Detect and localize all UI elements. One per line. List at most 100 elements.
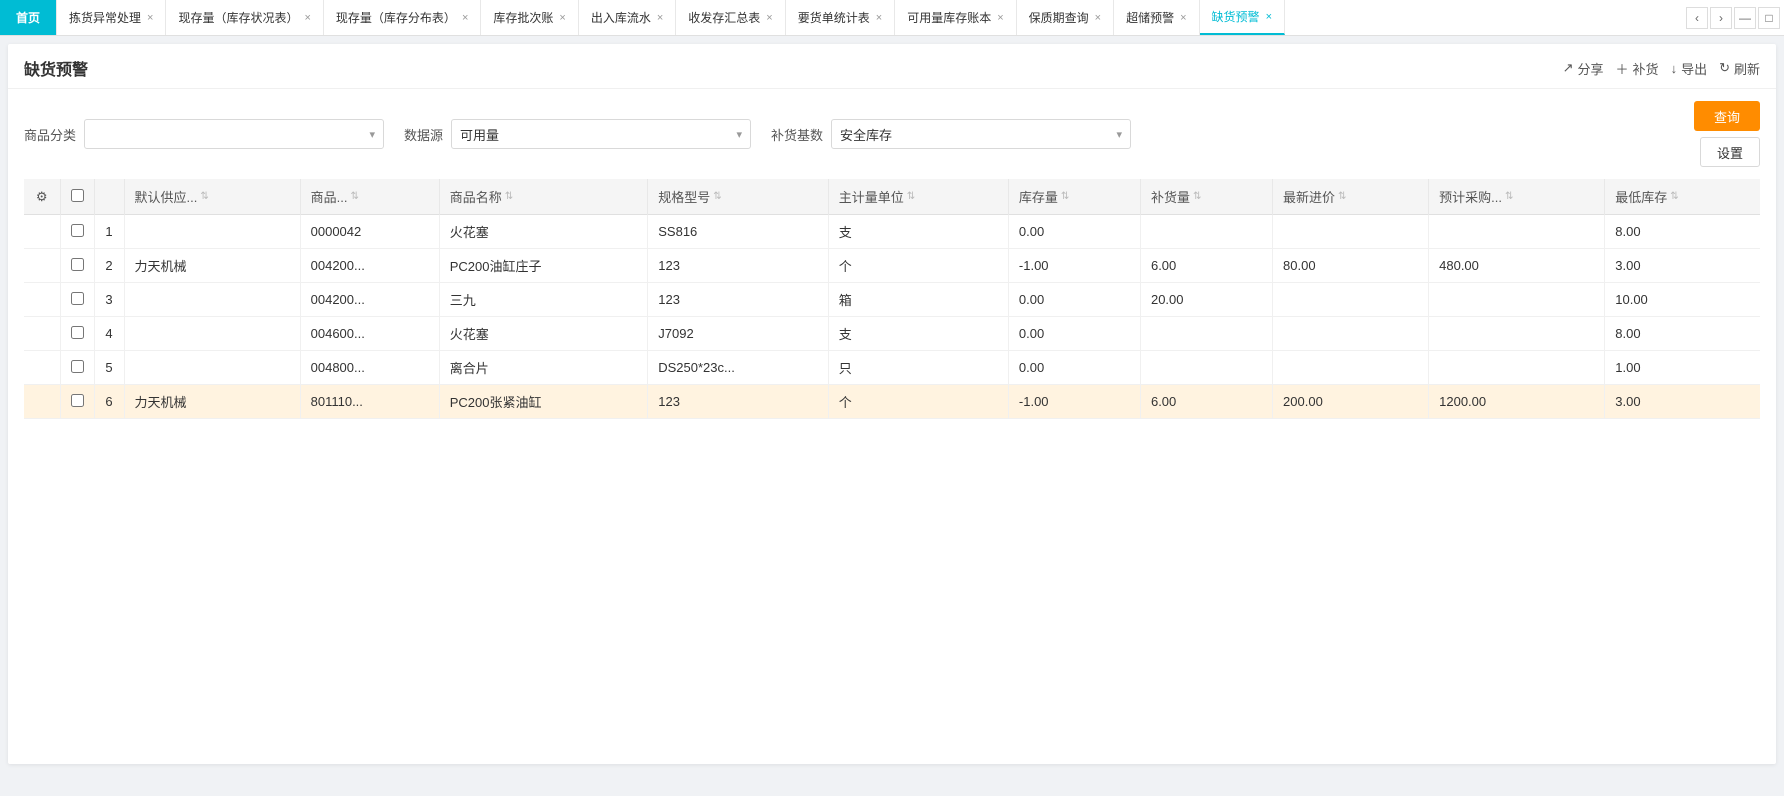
tab-item-batch[interactable]: 库存批次账× <box>481 0 578 35</box>
select-all-checkbox[interactable] <box>71 189 84 202</box>
td-checkbox[interactable] <box>60 317 94 351</box>
replenish-icon: ＋ <box>1616 59 1629 78</box>
tab-close-collect[interactable]: × <box>766 12 772 24</box>
td-stock: 0.00 <box>1008 215 1140 249</box>
tab-bar: 首页拣货异常处理×现存量（库存状况表）×现存量（库存分布表）×库存批次账×出入库… <box>0 0 1784 36</box>
tab-close-purchase-stat[interactable]: × <box>876 12 882 24</box>
td-checkbox[interactable] <box>60 351 94 385</box>
tab-close-expiry[interactable]: × <box>1095 12 1101 24</box>
td-est-purchase <box>1429 351 1605 385</box>
td-min-stock: 10.00 <box>1605 283 1760 317</box>
replenish-basis-select[interactable]: 安全库存 ▾ <box>831 119 1131 149</box>
row-checkbox[interactable] <box>71 258 84 271</box>
maximize-button[interactable]: □ <box>1758 7 1780 29</box>
row-checkbox[interactable] <box>71 360 84 373</box>
refresh-icon: ↻ <box>1719 60 1730 76</box>
share-label: 分享 <box>1578 59 1604 78</box>
tab-item-abnormal[interactable]: 拣货异常处理× <box>57 0 166 35</box>
tab-close-batch[interactable]: × <box>559 12 565 24</box>
column-spec[interactable]: 规格型号 ⇅ <box>648 179 829 215</box>
query-button[interactable]: 查询 <box>1694 101 1760 131</box>
column-checkbox[interactable] <box>60 179 94 215</box>
td-unit: 个 <box>828 385 1008 419</box>
tab-item-collect[interactable]: 收发存汇总表× <box>676 0 785 35</box>
td-replenish <box>1140 317 1272 351</box>
replenish-basis-arrow-icon: ▾ <box>1117 128 1123 141</box>
column-goods-name[interactable]: 商品名称 ⇅ <box>439 179 648 215</box>
td-goods-name: PC200油缸庄子 <box>439 249 648 283</box>
column-latest-price[interactable]: 最新进价 ⇅ <box>1273 179 1429 215</box>
column-stock[interactable]: 库存量 ⇅ <box>1008 179 1140 215</box>
row-checkbox[interactable] <box>71 224 84 237</box>
td-spec: J7092 <box>648 317 829 351</box>
td-stock: 0.00 <box>1008 351 1140 385</box>
td-num: 5 <box>94 351 124 385</box>
tab-item-expiry[interactable]: 保质期查询× <box>1017 0 1114 35</box>
category-select[interactable]: ▾ <box>84 119 384 149</box>
category-arrow-icon: ▾ <box>369 128 375 141</box>
column-goods-code[interactable]: 商品... ⇅ <box>300 179 439 215</box>
tab-item-available[interactable]: 可用量库存账本 × <box>895 0 1016 35</box>
tab-close-shortage[interactable]: × <box>1266 11 1272 23</box>
td-stock: -1.00 <box>1008 249 1140 283</box>
column-replenish[interactable]: 补货量 ⇅ <box>1140 179 1272 215</box>
replenish-sort-icon: ⇅ <box>1193 191 1201 202</box>
tab-label-shortage: 缺货预警 <box>1212 8 1260 25</box>
tab-item-overstock[interactable]: 超储预警× <box>1114 0 1199 35</box>
settings-button[interactable]: 设置 <box>1700 137 1760 167</box>
page-title: 缺货预警 <box>24 56 88 80</box>
tab-item-home[interactable]: 首页 <box>0 0 57 35</box>
td-checkbox[interactable] <box>60 283 94 317</box>
tab-close-available[interactable]: × <box>997 12 1003 24</box>
datasource-select[interactable]: 可用量 ▾ <box>451 119 751 149</box>
td-min-stock: 8.00 <box>1605 317 1760 351</box>
column-unit[interactable]: 主计量单位 ⇅ <box>828 179 1008 215</box>
tab-close-overstock[interactable]: × <box>1180 12 1186 24</box>
td-checkbox[interactable] <box>60 249 94 283</box>
td-goods-name: 火花塞 <box>439 215 648 249</box>
tab-label-inventory-status: 现存量（库存状况表） <box>178 9 298 26</box>
row-checkbox[interactable] <box>71 326 84 339</box>
table-row: 10000042火花塞SS816支0.008.00 <box>24 215 1760 249</box>
replenish-button[interactable]: ＋ 补货 <box>1616 59 1659 78</box>
td-num: 4 <box>94 317 124 351</box>
tab-prev-button[interactable]: ‹ <box>1686 7 1708 29</box>
replenish-basis-value: 安全库存 <box>840 125 892 144</box>
refresh-button[interactable]: ↻ 刷新 <box>1719 59 1760 78</box>
tab-nav-buttons: ‹ › — □ <box>1682 7 1784 29</box>
export-label: 导出 <box>1681 59 1707 78</box>
tab-label-available: 可用量库存账本 <box>907 9 991 26</box>
export-button[interactable]: ↓ 导出 <box>1671 59 1708 78</box>
td-gear <box>24 317 60 351</box>
tab-item-inventory-dist[interactable]: 现存量（库存分布表）× <box>324 0 481 35</box>
tab-item-inventory-status[interactable]: 现存量（库存状况表） × <box>166 0 323 35</box>
minimize-button[interactable]: — <box>1734 7 1756 29</box>
share-button[interactable]: ↗ 分享 <box>1563 59 1604 78</box>
goods-name-sort-icon: ⇅ <box>505 191 513 202</box>
column-est-purchase[interactable]: 预计采购... ⇅ <box>1429 179 1605 215</box>
td-spec: DS250*23c... <box>648 351 829 385</box>
td-goods-code: 004800... <box>300 351 439 385</box>
row-checkbox[interactable] <box>71 394 84 407</box>
td-unit: 只 <box>828 351 1008 385</box>
td-replenish: 6.00 <box>1140 249 1272 283</box>
column-min-stock[interactable]: 最低库存 ⇅ <box>1605 179 1760 215</box>
td-supplier: 力天机械 <box>124 385 300 419</box>
column-gear[interactable]: ⚙ <box>24 179 60 215</box>
tab-close-abnormal[interactable]: × <box>147 12 153 24</box>
tab-item-shortage[interactable]: 缺货预警 × <box>1200 0 1285 35</box>
td-stock: 0.00 <box>1008 283 1140 317</box>
tab-item-purchase-stat[interactable]: 要货单统计表× <box>786 0 895 35</box>
tab-item-inout[interactable]: 出入库流水× <box>579 0 676 35</box>
tab-close-inout[interactable]: × <box>657 12 663 24</box>
column-supplier[interactable]: 默认供应... ⇅ <box>124 179 300 215</box>
row-checkbox[interactable] <box>71 292 84 305</box>
td-num: 2 <box>94 249 124 283</box>
td-goods-code: 004200... <box>300 249 439 283</box>
header-actions: ↗ 分享 ＋ 补货 ↓ 导出 ↻ 刷新 <box>1563 59 1760 78</box>
td-checkbox[interactable] <box>60 385 94 419</box>
tab-close-inventory-dist[interactable]: × <box>462 12 468 24</box>
td-checkbox[interactable] <box>60 215 94 249</box>
tab-next-button[interactable]: › <box>1710 7 1732 29</box>
tab-close-inventory-status[interactable]: × <box>304 12 310 24</box>
